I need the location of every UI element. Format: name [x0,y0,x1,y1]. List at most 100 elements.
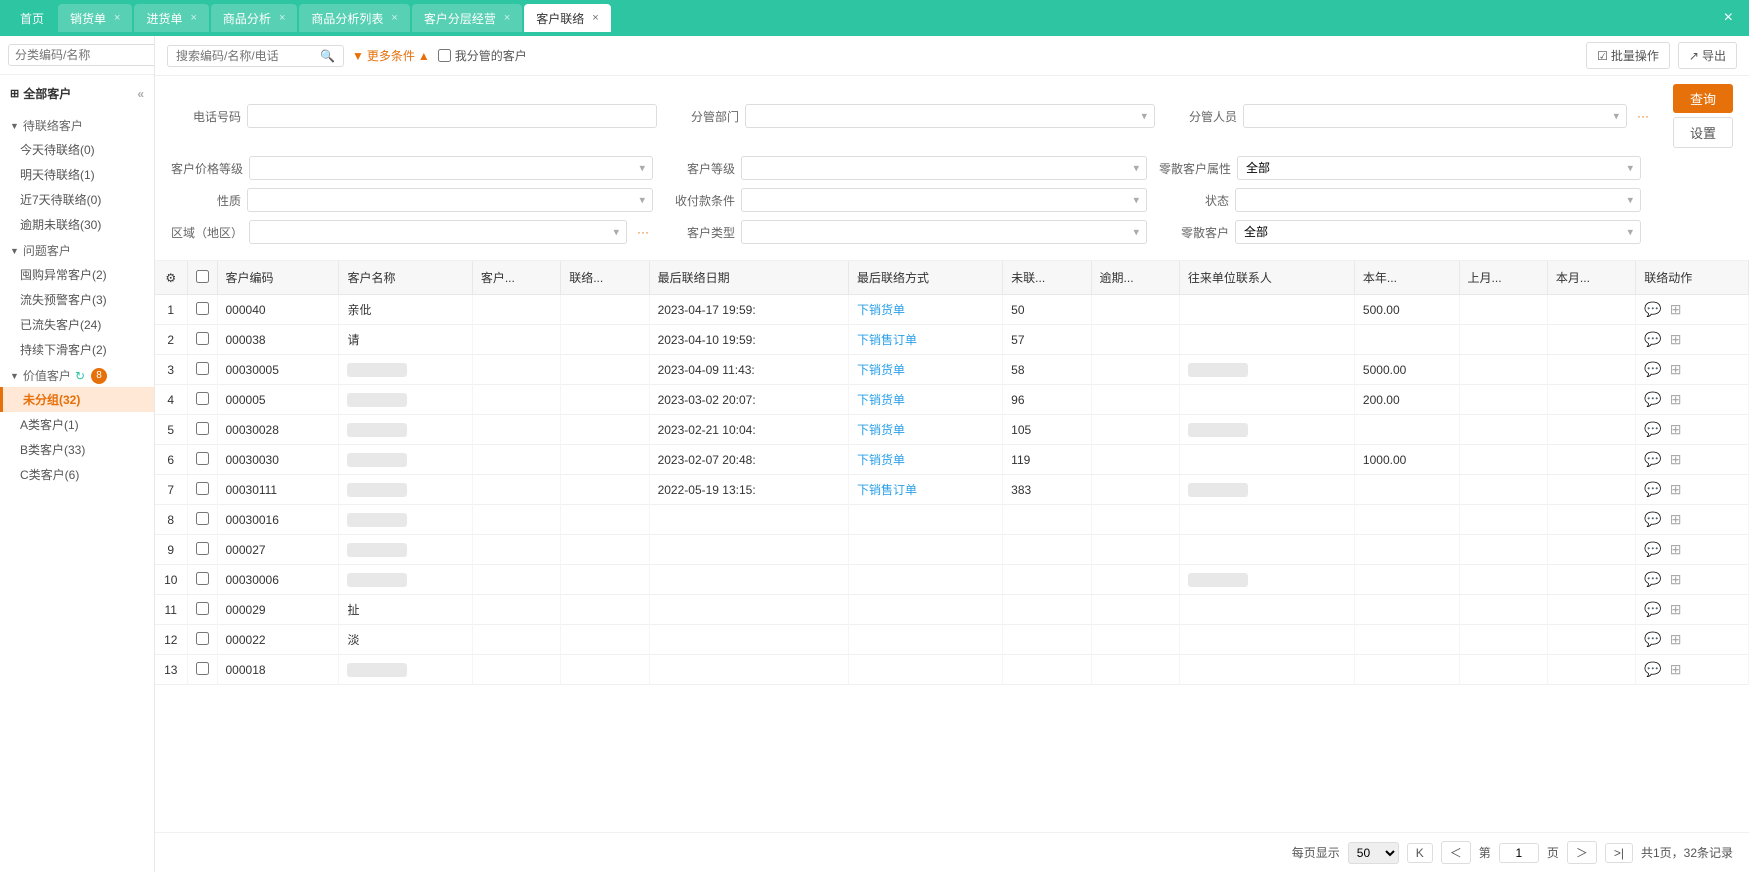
grid-action-icon[interactable]: ⊞ [1670,631,1682,648]
adv-cust-level-select[interactable] [741,156,1147,180]
comment-icon[interactable]: 💬 [1644,661,1661,678]
th-settings[interactable]: ⚙ [155,261,187,295]
sidebar-all-customers[interactable]: ⊞ 全部客户 « [0,79,154,108]
tab-purchase[interactable]: 进货单 × [134,4,208,32]
comment-icon[interactable]: 💬 [1644,391,1661,408]
adv-manager-more[interactable]: ··· [1633,109,1653,123]
cell-checkbox[interactable] [187,295,217,325]
cell-last-method[interactable]: 下销货单 [857,393,905,407]
th-unit-contact[interactable]: 往来单位联系人 [1179,261,1354,295]
cell-last-method[interactable]: 下销货单 [857,453,905,467]
row-checkbox[interactable] [196,512,209,525]
row-checkbox[interactable] [196,602,209,615]
grid-action-icon[interactable]: ⊞ [1670,481,1682,498]
cell-checkbox[interactable] [187,595,217,625]
comment-icon[interactable]: 💬 [1644,481,1661,498]
th-this-year[interactable]: 本年... [1354,261,1459,295]
sidebar-item-class-c[interactable]: C类客户(6) [0,462,154,487]
query-button[interactable]: 查询 [1673,84,1733,113]
cell-last-method[interactable]: 下销售订单 [857,483,917,497]
adv-retail-cust-select[interactable]: 全部 [1235,220,1641,244]
comment-icon[interactable]: 💬 [1644,301,1661,318]
sidebar-value-title[interactable]: ▼ 价值客户 ↻ 8 [0,362,154,387]
adv-dept-select[interactable] [745,104,1155,128]
filter-search-icon[interactable]: 🔍 [320,49,335,63]
filter-search-input[interactable] [176,49,316,63]
export-button[interactable]: ↗ 导出 [1678,42,1737,69]
adv-status-select[interactable] [1235,188,1641,212]
tab-customer-contact-close[interactable]: × [592,12,598,24]
page-input[interactable] [1499,843,1539,863]
sidebar-item-ungroup[interactable]: 未分组(32) [0,387,154,412]
th-last-date[interactable]: 最后联络日期 [649,261,848,295]
adv-manager-select[interactable] [1243,104,1627,128]
row-checkbox[interactable] [196,392,209,405]
th-name[interactable]: 客户名称 [339,261,472,295]
row-checkbox[interactable] [196,542,209,555]
per-page-select[interactable]: 50 100 200 [1348,842,1399,864]
cell-checkbox[interactable] [187,565,217,595]
th-contact[interactable]: 联络... [561,261,649,295]
adv-payment-select[interactable] [741,188,1147,212]
row-checkbox[interactable] [196,362,209,375]
reset-button[interactable]: 设置 [1673,117,1733,148]
cell-checkbox[interactable] [187,655,217,685]
sidebar-item-week-pending[interactable]: 近7天待联络(0) [0,187,154,212]
adv-nature-select[interactable] [247,188,653,212]
grid-action-icon[interactable]: ⊞ [1670,421,1682,438]
tab-sales[interactable]: 销货单 × [58,4,132,32]
batch-ops-button[interactable]: ☑ 批量操作 [1586,42,1670,69]
grid-action-icon[interactable]: ⊞ [1670,451,1682,468]
comment-icon[interactable]: 💬 [1644,451,1661,468]
sidebar-item-tomorrow-pending[interactable]: 明天待联络(1) [0,162,154,187]
comment-icon[interactable]: 💬 [1644,541,1661,558]
my-customers-checkbox[interactable] [438,49,451,62]
cell-last-method[interactable]: 下销货单 [857,363,905,377]
sidebar-collapse-btn[interactable]: « [137,87,144,101]
comment-icon[interactable]: 💬 [1644,421,1661,438]
adv-region-select[interactable] [249,220,627,244]
comment-icon[interactable]: 💬 [1644,631,1661,648]
sidebar-item-overdue[interactable]: 逾期未联络(30) [0,212,154,237]
cell-checkbox[interactable] [187,475,217,505]
cell-checkbox[interactable] [187,535,217,565]
th-last-month[interactable]: 上月... [1459,261,1547,295]
select-all-checkbox[interactable] [196,270,209,283]
th-type[interactable]: 客户... [472,261,560,295]
first-page-btn[interactable]: K [1407,843,1433,863]
sidebar-item-today-pending[interactable]: 今天待联络(0) [0,137,154,162]
comment-icon[interactable]: 💬 [1644,571,1661,588]
tab-purchase-close[interactable]: × [190,12,196,24]
tab-sales-close[interactable]: × [114,12,120,24]
grid-action-icon[interactable]: ⊞ [1670,571,1682,588]
grid-action-icon[interactable]: ⊞ [1670,331,1682,348]
cell-last-method[interactable]: 下销货单 [857,303,905,317]
grid-action-icon[interactable]: ⊞ [1670,391,1682,408]
th-checkbox[interactable] [187,261,217,295]
grid-action-icon[interactable]: ⊞ [1670,361,1682,378]
row-checkbox[interactable] [196,662,209,675]
adv-phone-input[interactable] [247,104,657,128]
cell-last-method[interactable]: 下销货单 [857,423,905,437]
tab-home[interactable]: 首页 [8,4,56,32]
prev-page-btn[interactable]: ＜ [1441,841,1471,864]
grid-action-icon[interactable]: ⊞ [1670,661,1682,678]
sidebar-item-abnormal[interactable]: 囤购异常客户(2) [0,262,154,287]
next-page-btn[interactable]: ＞ [1567,841,1597,864]
cell-checkbox[interactable] [187,385,217,415]
last-page-btn[interactable]: >| [1605,843,1633,863]
row-checkbox[interactable] [196,332,209,345]
comment-icon[interactable]: 💬 [1644,601,1661,618]
cell-checkbox[interactable] [187,505,217,535]
cell-checkbox[interactable] [187,625,217,655]
tab-goods-list-close[interactable]: × [391,12,397,24]
grid-action-icon[interactable]: ⊞ [1670,541,1682,558]
adv-retail-attr-select[interactable]: 全部 [1237,156,1641,180]
tab-customer-tier[interactable]: 客户分层经营 × [412,4,522,32]
row-checkbox[interactable] [196,452,209,465]
comment-icon[interactable]: 💬 [1644,331,1661,348]
cell-checkbox[interactable] [187,445,217,475]
comment-icon[interactable]: 💬 [1644,361,1661,378]
sidebar-pending-title[interactable]: ▼ 待联络客户 [0,112,154,137]
grid-action-icon[interactable]: ⊞ [1670,511,1682,528]
